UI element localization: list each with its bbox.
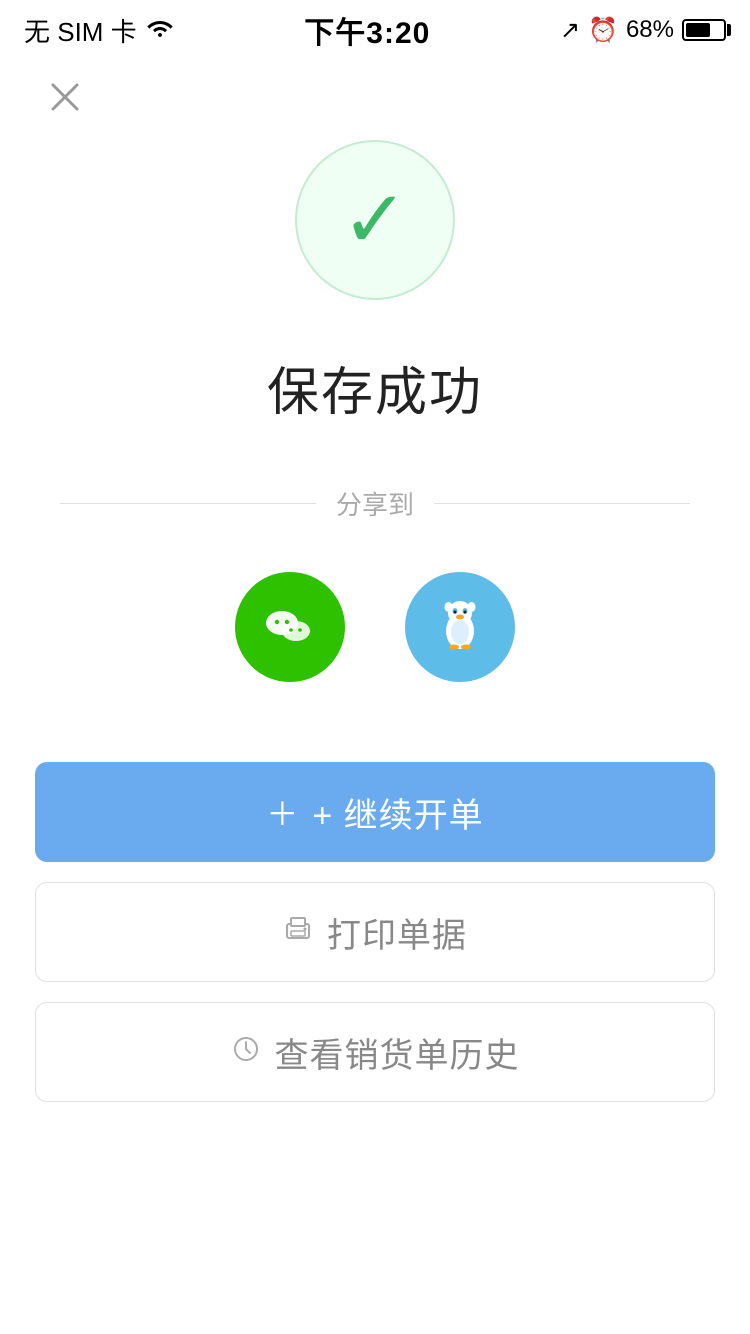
- wifi-icon: [145, 15, 175, 46]
- share-icons: [235, 572, 515, 682]
- divider-left: [60, 503, 316, 504]
- qq-icon: [428, 595, 492, 659]
- status-right: ↗ ⏰ 68%: [560, 16, 726, 45]
- action-buttons: ＋ + 继续开单 打印单据 查看销货单历史: [35, 762, 715, 1102]
- battery-percent: 68%: [626, 16, 674, 44]
- status-time: 下午3:20: [304, 8, 430, 52]
- print-button[interactable]: 打印单据: [35, 882, 715, 982]
- checkmark-icon: ✓: [341, 180, 408, 260]
- divider-right: [434, 503, 690, 504]
- carrier-text: 无 SIM 卡: [24, 12, 137, 49]
- status-bar: 无 SIM 卡 下午3:20 ↗ ⏰ 68%: [0, 0, 750, 60]
- share-label: 分享到: [336, 485, 414, 522]
- print-icon: [283, 914, 313, 951]
- battery-icon: [682, 19, 726, 41]
- print-label: 打印单据: [327, 908, 467, 957]
- history-label: 查看销货单历史: [275, 1028, 520, 1077]
- continue-order-label: + 继续开单: [312, 788, 483, 837]
- history-icon: [231, 1034, 261, 1071]
- close-icon: [47, 79, 83, 115]
- wechat-share-button[interactable]: [235, 572, 345, 682]
- history-button[interactable]: 查看销货单历史: [35, 1002, 715, 1102]
- success-title: 保存成功: [267, 350, 483, 425]
- main-content: ✓ 保存成功 分享到: [0, 60, 750, 1102]
- location-icon: ↗: [560, 16, 580, 45]
- continue-order-button[interactable]: ＋ + 继续开单: [35, 762, 715, 862]
- qq-share-button[interactable]: [405, 572, 515, 682]
- wechat-icon: [258, 595, 322, 659]
- status-left: 无 SIM 卡: [24, 12, 175, 49]
- plus-icon: ＋: [266, 789, 298, 835]
- share-divider: 分享到: [0, 485, 750, 522]
- success-circle: ✓: [295, 140, 455, 300]
- alarm-icon: ⏰: [588, 16, 618, 45]
- close-button[interactable]: [40, 72, 90, 122]
